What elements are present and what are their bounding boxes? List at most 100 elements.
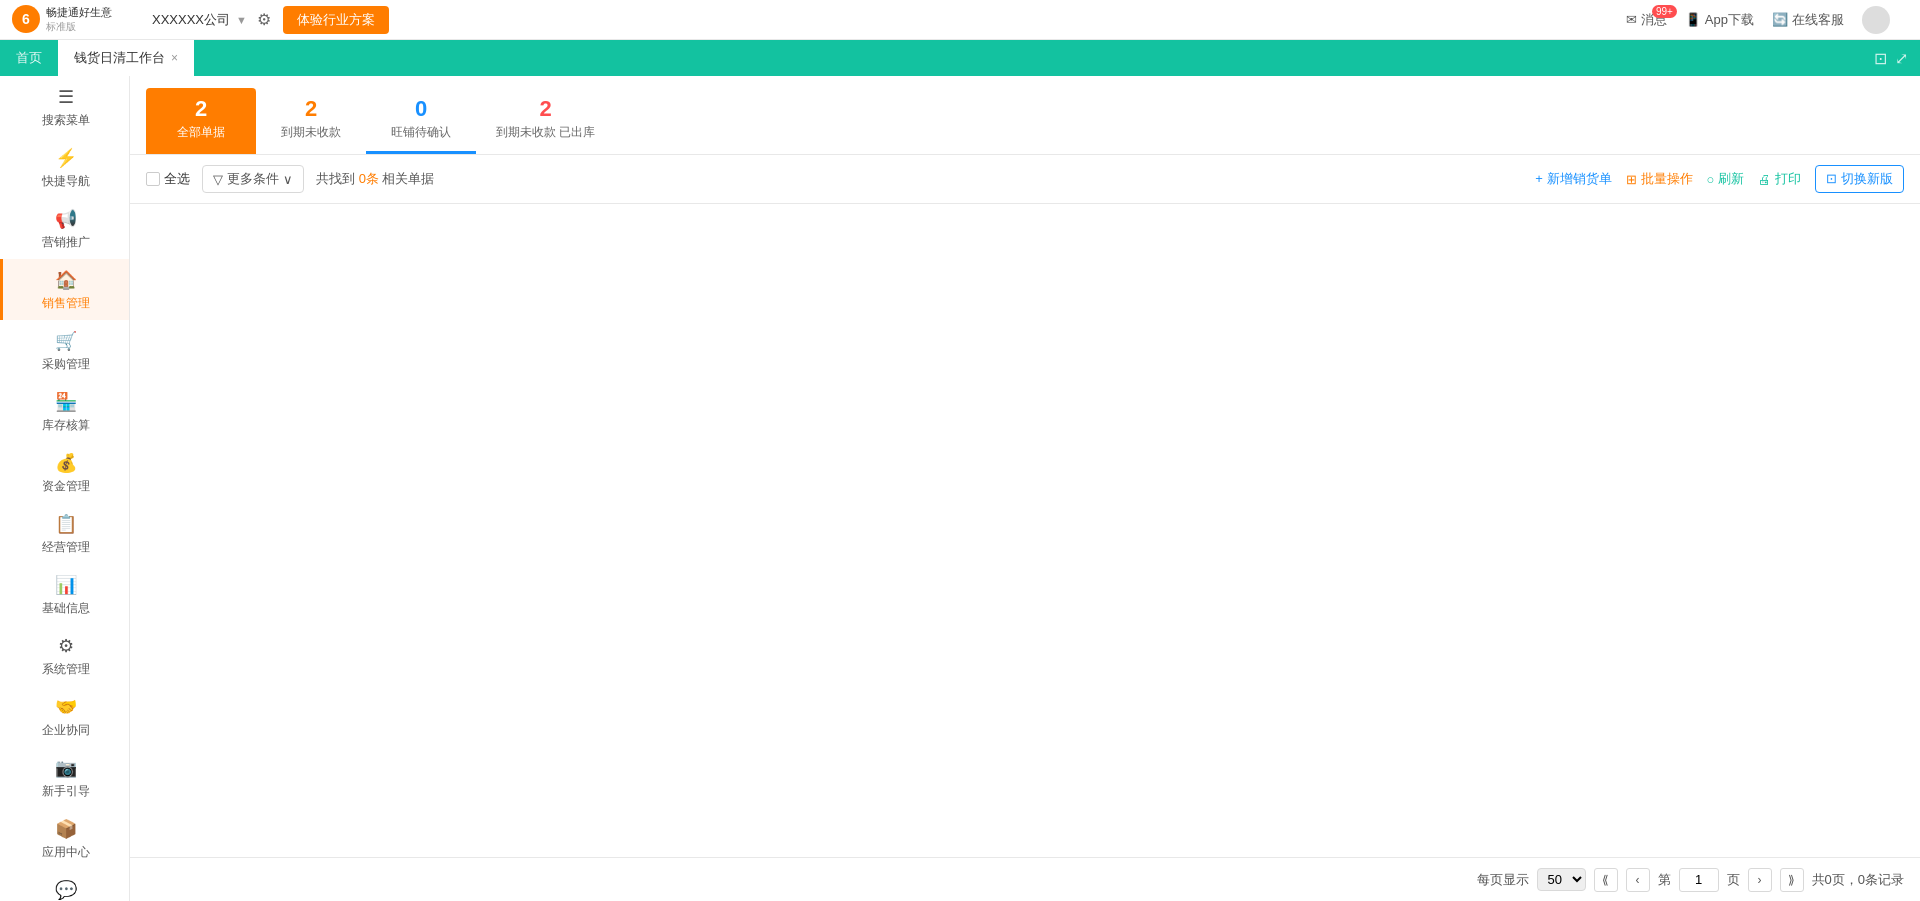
print-btn[interactable]: 🖨 打印: [1758, 170, 1801, 188]
toolbar: 全选 ▽ 更多条件 ∨ 共找到 0条 相关单据 + 新增销货单 ⊞ 批量操作: [130, 155, 1920, 204]
avatar[interactable]: [1862, 6, 1890, 34]
message-badge: 99+: [1652, 5, 1677, 18]
sidebar-item-system[interactable]: ⚙ 系统管理: [0, 625, 129, 686]
batch-icon: ⊞: [1626, 172, 1637, 187]
app-badge: 标准版: [46, 20, 112, 34]
found-text: 共找到 0条 相关单据: [316, 170, 434, 188]
sidebar-item-newbie[interactable]: 📷 新手引导: [0, 747, 129, 808]
stat-tab-wangpu[interactable]: 0 旺铺待确认: [366, 88, 476, 154]
header-right: ✉ 消息 99+ 📱 App下载 🔄 在线客服: [1626, 6, 1908, 34]
refresh-btn[interactable]: ○ 刷新: [1707, 170, 1745, 188]
tab-minimize-icon[interactable]: ⊡: [1874, 49, 1887, 68]
logo-icon: 6: [12, 5, 40, 33]
sidebar-item-collab[interactable]: 🤝 企业协同: [0, 686, 129, 747]
page-label-first: 第: [1658, 871, 1671, 889]
stat-num-shipped: 2: [496, 96, 595, 122]
tab-maximize-icon[interactable]: ⤢: [1895, 49, 1908, 68]
system-icon: ⚙: [58, 635, 74, 657]
sidebar-item-appcenter[interactable]: 📦 应用中心: [0, 808, 129, 869]
trial-btn[interactable]: 体验行业方案: [283, 6, 389, 34]
page-input[interactable]: [1679, 868, 1719, 892]
wechat-icon: 💬: [55, 879, 77, 901]
tab-work-table[interactable]: 钱货日清工作台 ×: [58, 40, 194, 76]
sidebar-item-sales[interactable]: 🏠 销售管理: [0, 259, 129, 320]
stat-label-wangpu: 旺铺待确认: [386, 124, 456, 141]
quicknav-icon: ⚡: [55, 147, 77, 169]
main-layout: ☰ 搜索菜单 ⚡ 快捷导航 📢 营销推广 🏠 销售管理 🛒 采购管理 🏪 库存核…: [0, 76, 1920, 901]
sidebar-item-basicinfo[interactable]: 📊 基础信息: [0, 564, 129, 625]
stat-label-shipped: 到期未收款 已出库: [496, 124, 595, 141]
content-area: 2 全部单据 2 到期未收款 0 旺铺待确认 2 到期未收款 已出库 全选: [130, 76, 1920, 901]
page-label-page: 页: [1727, 871, 1740, 889]
app-download-btn[interactable]: 📱 App下载: [1685, 11, 1754, 29]
filter-btn[interactable]: ▽ 更多条件 ∨: [202, 165, 304, 193]
stat-num-wangpu: 0: [386, 96, 456, 122]
collab-icon: 🤝: [55, 696, 77, 718]
message-btn[interactable]: ✉ 消息 99+: [1626, 11, 1667, 29]
add-btn[interactable]: + 新增销货单: [1535, 170, 1611, 188]
print-icon: 🖨: [1758, 172, 1771, 187]
marketing-icon: 📢: [55, 208, 77, 230]
sidebar-item-operations[interactable]: 📋 经营管理: [0, 503, 129, 564]
newbie-icon: 📷: [55, 757, 77, 779]
appcenter-icon: 📦: [55, 818, 77, 840]
logo-area: 6 畅捷通好生意 标准版: [12, 5, 142, 33]
page-first-btn[interactable]: ⟪: [1594, 868, 1618, 892]
settings-icon[interactable]: ⚙: [257, 10, 271, 29]
switch-btn[interactable]: ⊡ 切换新版: [1815, 165, 1904, 193]
tab-close-icon[interactable]: ×: [171, 51, 178, 65]
batch-btn[interactable]: ⊞ 批量操作: [1626, 170, 1693, 188]
basicinfo-icon: 📊: [55, 574, 77, 596]
sidebar-item-quicknav[interactable]: ⚡ 快捷导航: [0, 137, 129, 198]
purchase-icon: 🛒: [55, 330, 77, 352]
table-area: [130, 204, 1920, 857]
total-info: 共0页，0条记录: [1812, 871, 1904, 889]
page-size-label: 每页显示: [1477, 871, 1529, 889]
stat-num-overdue: 2: [276, 96, 346, 122]
sidebar-item-purchase[interactable]: 🛒 采购管理: [0, 320, 129, 381]
sidebar-item-wechat[interactable]: 💬 企业微信: [0, 869, 129, 901]
service-icon: 🔄: [1772, 12, 1788, 27]
page-last-btn[interactable]: ⟫: [1780, 868, 1804, 892]
stat-num-all: 2: [166, 96, 236, 122]
page-prev-btn[interactable]: ‹: [1626, 868, 1650, 892]
switch-icon: ⊡: [1826, 171, 1837, 186]
select-all-label: 全选: [164, 170, 190, 188]
stat-tab-all[interactable]: 2 全部单据: [146, 88, 256, 154]
stat-label-all: 全部单据: [166, 124, 236, 141]
app-name: 畅捷通好生意: [46, 5, 112, 19]
stat-tab-shipped[interactable]: 2 到期未收款 已出库: [476, 88, 615, 154]
filter-arrow-icon: ∨: [283, 172, 293, 187]
pagination: 每页显示 50 ⟪ ‹ 第 页 › ⟫ 共0页，0条记录: [130, 857, 1920, 901]
toolbar-right: + 新增销货单 ⊞ 批量操作 ○ 刷新 🖨 打印 ⊡ 切换新版: [1535, 165, 1904, 193]
stat-tab-overdue[interactable]: 2 到期未收款: [256, 88, 366, 154]
page-next-btn[interactable]: ›: [1748, 868, 1772, 892]
inventory-icon: 🏪: [55, 391, 77, 413]
top-header: 6 畅捷通好生意 标准版 XXXXXX公司 ▼ ⚙ 体验行业方案 ✉ 消息 99…: [0, 0, 1920, 40]
company-name: XXXXXX公司: [152, 11, 230, 29]
found-count: 0条: [359, 171, 379, 186]
finance-icon: 💰: [55, 452, 77, 474]
sidebar-item-inventory[interactable]: 🏪 库存核算: [0, 381, 129, 442]
online-service-btn[interactable]: 🔄 在线客服: [1772, 11, 1844, 29]
company-selector[interactable]: XXXXXX公司 ▼: [152, 11, 247, 29]
refresh-icon: ○: [1707, 172, 1715, 187]
stat-label-overdue: 到期未收款: [276, 124, 346, 141]
tab-bar: 首页 钱货日清工作台 × ⊡ ⤢: [0, 40, 1920, 76]
company-dropdown-icon: ▼: [236, 14, 247, 26]
download-icon: 📱: [1685, 12, 1701, 27]
sidebar: ☰ 搜索菜单 ⚡ 快捷导航 📢 营销推广 🏠 销售管理 🛒 采购管理 🏪 库存核…: [0, 76, 130, 901]
select-all-checkbox[interactable]: [146, 172, 160, 186]
sidebar-item-search[interactable]: ☰ 搜索菜单: [0, 76, 129, 137]
search-menu-icon: ☰: [58, 86, 74, 108]
sales-icon: 🏠: [55, 269, 77, 291]
message-icon: ✉: [1626, 12, 1637, 27]
page-size-select[interactable]: 50: [1537, 868, 1586, 891]
sidebar-item-finance[interactable]: 💰 资金管理: [0, 442, 129, 503]
filter-icon: ▽: [213, 172, 223, 187]
sidebar-item-marketing[interactable]: 📢 营销推广: [0, 198, 129, 259]
tab-bar-right: ⊡ ⤢: [1874, 49, 1920, 68]
tab-home[interactable]: 首页: [0, 40, 58, 76]
select-all-area[interactable]: 全选: [146, 170, 190, 188]
operations-icon: 📋: [55, 513, 77, 535]
